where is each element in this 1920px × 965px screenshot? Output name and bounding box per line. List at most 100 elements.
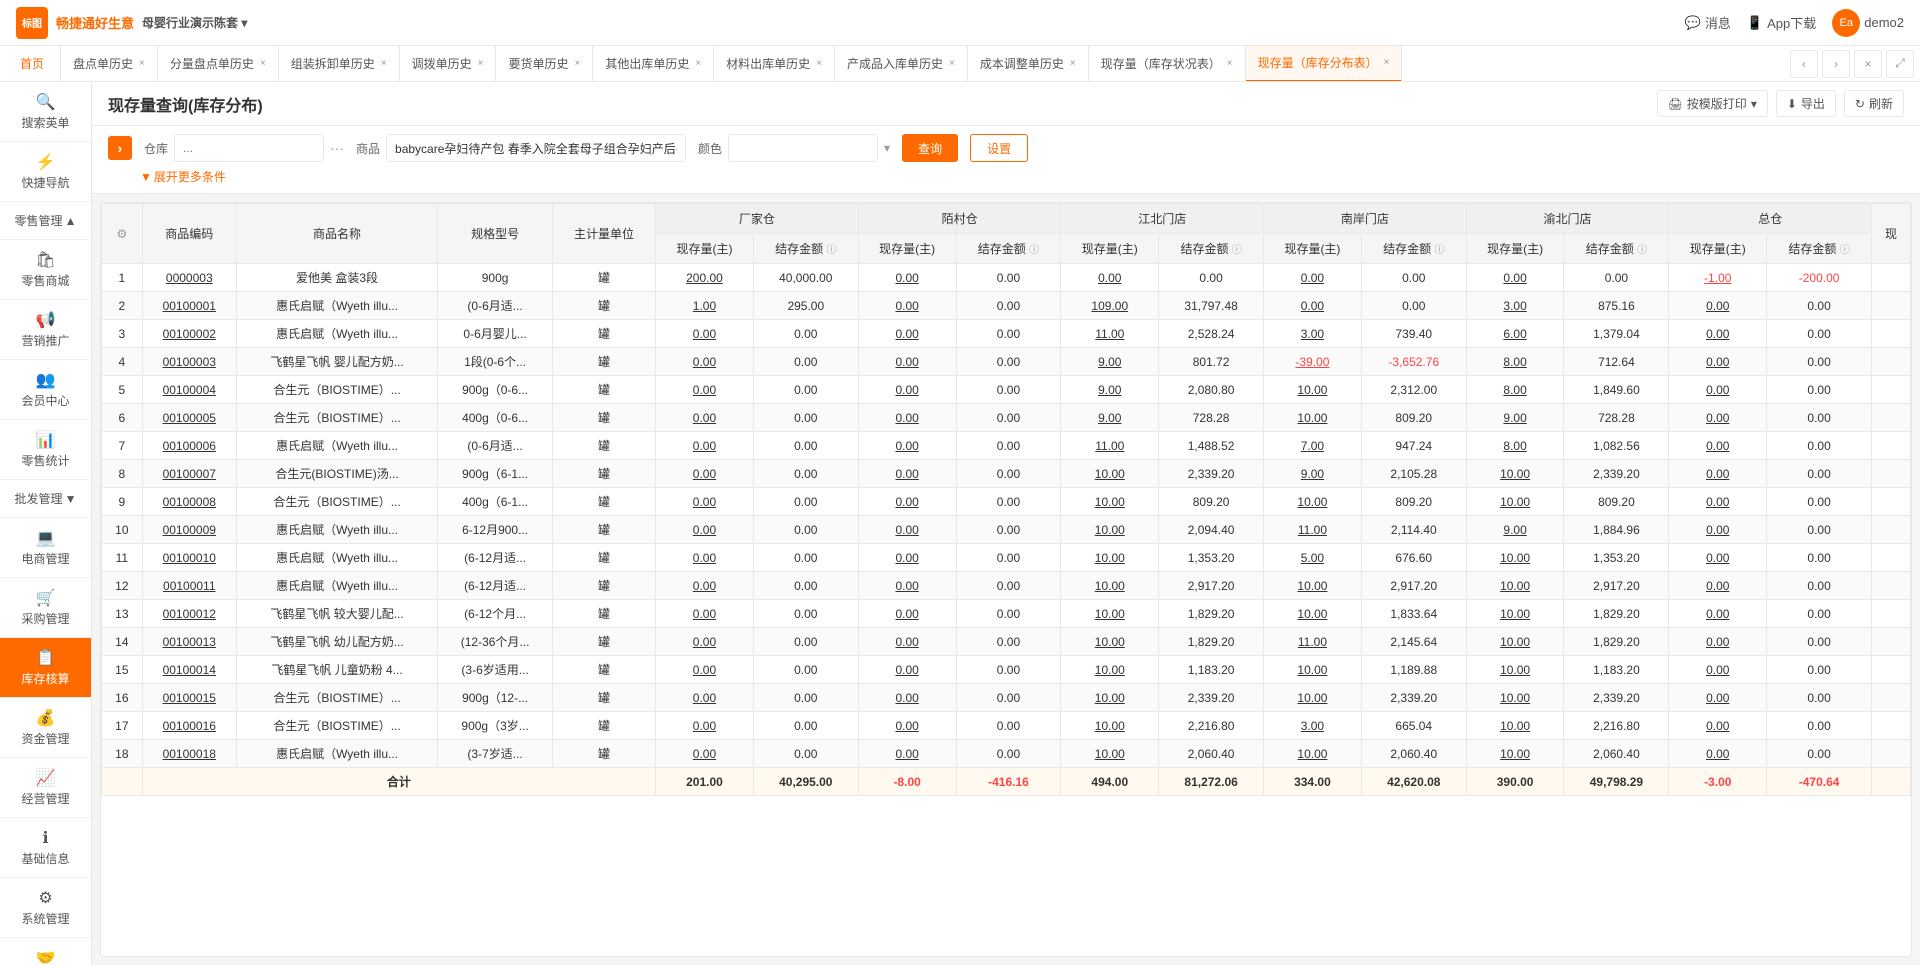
code-cell[interactable]: 00100008: [142, 488, 236, 516]
sidebar-item-retail-stats[interactable]: 📊 零售统计: [0, 420, 91, 480]
sidebar-item-marketing[interactable]: 📢 营销推广: [0, 300, 91, 360]
tab-prev-btn[interactable]: ‹: [1790, 50, 1818, 78]
info-icon-6[interactable]: ⓘ: [1840, 245, 1850, 256]
data-cell[interactable]: 10.00: [1061, 460, 1159, 488]
code-cell[interactable]: 00100010: [142, 544, 236, 572]
code-cell[interactable]: 0000003: [142, 264, 236, 292]
data-cell[interactable]: 10.00: [1061, 684, 1159, 712]
sidebar-item-basic[interactable]: ℹ 基础信息: [0, 818, 91, 878]
data-cell[interactable]: 0.00: [1669, 572, 1767, 600]
color-input[interactable]: [728, 134, 878, 162]
user-menu[interactable]: Ea demo2: [1832, 9, 1904, 37]
data-cell[interactable]: 0.00: [656, 656, 754, 684]
data-cell[interactable]: 10.00: [1264, 572, 1362, 600]
data-cell[interactable]: 0.00: [1061, 264, 1159, 292]
data-cell[interactable]: 0.00: [1669, 432, 1767, 460]
code-cell[interactable]: 00100009: [142, 516, 236, 544]
data-cell[interactable]: 10.00: [1264, 376, 1362, 404]
data-cell[interactable]: 3.00: [1264, 320, 1362, 348]
data-cell[interactable]: 10.00: [1061, 712, 1159, 740]
tab-close-1[interactable]: ×: [139, 58, 145, 69]
data-cell[interactable]: 10.00: [1061, 488, 1159, 516]
tab-home[interactable]: 首页: [4, 46, 61, 82]
data-cell[interactable]: 0.00: [858, 320, 956, 348]
tab-close-8[interactable]: ×: [949, 58, 955, 69]
filter-toggle-btn[interactable]: ›: [108, 136, 132, 160]
data-cell[interactable]: 10.00: [1466, 544, 1564, 572]
tab-expand-btn[interactable]: ⤢: [1886, 50, 1914, 78]
data-cell[interactable]: 0.00: [656, 376, 754, 404]
data-cell[interactable]: 0.00: [656, 628, 754, 656]
sidebar-item-ecommerce[interactable]: 💻 电商管理: [0, 518, 91, 578]
data-cell[interactable]: 0.00: [1669, 544, 1767, 572]
tab-close-4[interactable]: ×: [478, 58, 484, 69]
tab-close-5[interactable]: ×: [574, 58, 580, 69]
info-icon-4[interactable]: ⓘ: [1434, 245, 1444, 256]
data-cell[interactable]: 0.00: [858, 684, 956, 712]
tab-item-7[interactable]: 材料出库单历史 ×: [714, 46, 835, 82]
data-cell[interactable]: -39.00: [1264, 348, 1362, 376]
data-cell[interactable]: 10.00: [1061, 544, 1159, 572]
data-cell[interactable]: 0.00: [656, 740, 754, 768]
data-cell[interactable]: 0.00: [656, 712, 754, 740]
code-cell[interactable]: 00100014: [142, 656, 236, 684]
data-cell[interactable]: 0.00: [1669, 376, 1767, 404]
data-cell[interactable]: 8.00: [1466, 348, 1564, 376]
data-cell[interactable]: 8.00: [1466, 376, 1564, 404]
data-cell[interactable]: 10.00: [1061, 516, 1159, 544]
data-cell[interactable]: 11.00: [1061, 432, 1159, 460]
tab-item-6[interactable]: 其他出库单历史 ×: [593, 46, 714, 82]
color-dropdown-icon[interactable]: ▾: [884, 141, 890, 155]
code-cell[interactable]: 00100013: [142, 628, 236, 656]
data-cell[interactable]: 10.00: [1466, 684, 1564, 712]
data-cell[interactable]: 10.00: [1466, 656, 1564, 684]
code-cell[interactable]: 00100006: [142, 432, 236, 460]
code-cell[interactable]: 00100011: [142, 572, 236, 600]
sidebar-item-collab[interactable]: 🤝 企业协同: [0, 938, 91, 965]
tab-item-2[interactable]: 分量盘点单历史 ×: [158, 46, 279, 82]
data-cell[interactable]: 10.00: [1466, 572, 1564, 600]
code-cell[interactable]: 00100001: [142, 292, 236, 320]
data-cell[interactable]: 10.00: [1466, 488, 1564, 516]
data-cell[interactable]: 0.00: [656, 544, 754, 572]
data-cell[interactable]: 0.00: [1669, 460, 1767, 488]
data-cell[interactable]: 0.00: [656, 572, 754, 600]
data-cell[interactable]: 0.00: [858, 544, 956, 572]
sidebar-item-finance[interactable]: 💰 资金管理: [0, 698, 91, 758]
data-cell[interactable]: 10.00: [1061, 656, 1159, 684]
tab-item-1[interactable]: 盘点单历史 ×: [61, 46, 158, 82]
sidebar-item-retail-mgmt[interactable]: 零售管理 ▲: [0, 202, 91, 240]
data-cell[interactable]: 0.00: [858, 488, 956, 516]
data-cell[interactable]: 0.00: [1669, 348, 1767, 376]
data-cell[interactable]: 0.00: [1669, 404, 1767, 432]
app-download-btn[interactable]: 📱 App下载: [1747, 13, 1816, 32]
tab-close-9[interactable]: ×: [1070, 58, 1076, 69]
data-cell[interactable]: 0.00: [1669, 628, 1767, 656]
data-cell[interactable]: 9.00: [1061, 376, 1159, 404]
data-cell[interactable]: 10.00: [1264, 656, 1362, 684]
data-cell[interactable]: 0.00: [858, 600, 956, 628]
data-cell[interactable]: 0.00: [858, 712, 956, 740]
data-cell[interactable]: 0.00: [1669, 684, 1767, 712]
data-cell[interactable]: 6.00: [1466, 320, 1564, 348]
code-cell[interactable]: 00100007: [142, 460, 236, 488]
data-cell[interactable]: 10.00: [1466, 460, 1564, 488]
tab-item-9[interactable]: 成本调整单历史 ×: [968, 46, 1089, 82]
code-cell[interactable]: 00100012: [142, 600, 236, 628]
data-cell[interactable]: 9.00: [1061, 348, 1159, 376]
data-cell[interactable]: 0.00: [1669, 740, 1767, 768]
tab-close-2[interactable]: ×: [260, 58, 266, 69]
message-btn[interactable]: 💬 消息: [1685, 13, 1731, 32]
industry-selector[interactable]: 母婴行业演示陈套 ▾: [142, 14, 247, 31]
data-cell[interactable]: 0.00: [656, 516, 754, 544]
data-cell[interactable]: 10.00: [1061, 628, 1159, 656]
data-cell[interactable]: 0.00: [1466, 264, 1564, 292]
data-cell[interactable]: -1.00: [1669, 264, 1767, 292]
data-cell[interactable]: 11.00: [1264, 628, 1362, 656]
tab-close-all-btn[interactable]: ×: [1854, 50, 1882, 78]
sidebar-item-purchase[interactable]: 🛒 采购管理: [0, 578, 91, 638]
data-cell[interactable]: 11.00: [1264, 516, 1362, 544]
data-cell[interactable]: 0.00: [858, 628, 956, 656]
warehouse-input[interactable]: [174, 134, 324, 162]
data-cell[interactable]: 9.00: [1466, 404, 1564, 432]
